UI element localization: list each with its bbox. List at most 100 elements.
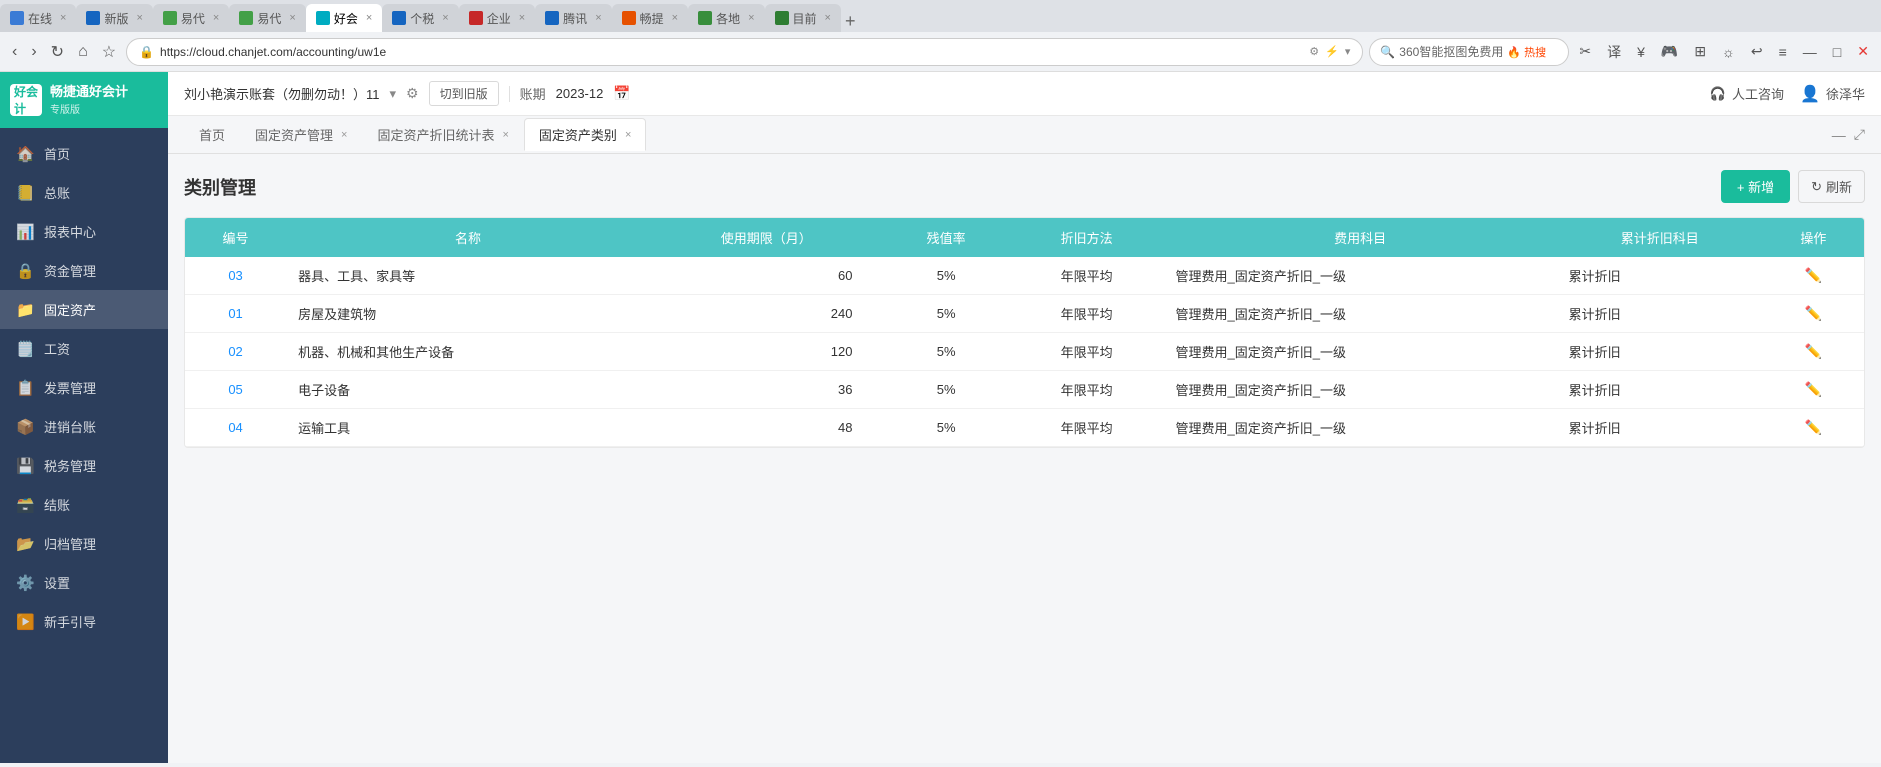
sidebar-item-ledger[interactable]: 📒 总账 [0, 173, 168, 212]
browser-tab-close-5[interactable]: × [366, 12, 372, 24]
header-divider [509, 86, 510, 102]
game-button[interactable]: 🎮 [1657, 39, 1682, 64]
calendar-icon[interactable]: 📅 [613, 85, 630, 102]
cell-period-4: 48 [650, 409, 883, 447]
sidebar-item-purchase[interactable]: 📦 进销台账 [0, 407, 168, 446]
browser-tab-2[interactable]: 新版 × [76, 4, 152, 32]
close-window-button[interactable]: ✕ [1853, 39, 1873, 64]
url-bar[interactable]: 🔒 https://cloud.chanjet.com/accounting/u… [126, 38, 1363, 66]
browser-tab-close-4[interactable]: × [289, 12, 295, 24]
sidebar-item-invoice[interactable]: 📋 发票管理 [0, 368, 168, 407]
sidebar-item-archive[interactable]: 📂 归档管理 [0, 524, 168, 563]
code-link-4[interactable]: 04 [228, 420, 242, 435]
browser-tab-label-9: 畅提 [640, 10, 664, 27]
tab-fixed-mgmt-close[interactable]: × [341, 129, 347, 141]
browser-tab-close-7[interactable]: × [519, 12, 525, 24]
browser-tab-close-3[interactable]: × [213, 12, 219, 24]
account-dropdown-icon[interactable]: ▾ [390, 86, 397, 102]
browser-tab-9[interactable]: 畅提 × [612, 4, 688, 32]
minimize-pane-button[interactable]: — [1832, 126, 1846, 143]
browser-tab-close-10[interactable]: × [748, 12, 754, 24]
sidebar-item-settings[interactable]: ⚙️ 设置 [0, 563, 168, 602]
new-browser-tab-button[interactable]: + [841, 11, 860, 32]
back-button[interactable]: ‹ [8, 39, 21, 65]
search-bar[interactable]: 🔍 360智能抠图免费用 🔥 热搜 [1369, 38, 1569, 66]
edit-button-3[interactable]: ✏️ [1805, 381, 1822, 397]
code-link-0[interactable]: 03 [228, 268, 242, 283]
browser-tab-6[interactable]: 个税 × [382, 4, 458, 32]
grid-button[interactable]: ⊞ [1690, 39, 1710, 64]
browser-tab-close-2[interactable]: × [136, 12, 142, 24]
browser-tab-5[interactable]: 好会 × [306, 4, 382, 32]
code-link-2[interactable]: 02 [228, 344, 242, 359]
cell-code-1: 01 [185, 295, 286, 333]
edit-button-1[interactable]: ✏️ [1805, 305, 1822, 321]
browser-tab-close-11[interactable]: × [825, 12, 831, 24]
browser-tab-7[interactable]: 企业 × [459, 4, 535, 32]
tab-fixed-stat-label: 固定资产折旧统计表 [377, 125, 494, 144]
tab-fixed-stat-close[interactable]: × [502, 129, 508, 141]
cell-code-3: 05 [185, 371, 286, 409]
settings-icon: ⚙️ [16, 574, 34, 592]
sidebar-item-fixed-asset[interactable]: 📁 固定资产 [0, 290, 168, 329]
edit-button-4[interactable]: ✏️ [1805, 419, 1822, 435]
support-button[interactable]: 🎧 人工咨询 [1710, 84, 1784, 103]
sidebar-item-label-salary: 工资 [44, 339, 70, 358]
browser-tab-3[interactable]: 易代 × [153, 4, 229, 32]
url-dropdown-icon: ▾ [1345, 45, 1351, 58]
sidebar-item-settle[interactable]: 🗃️ 结账 [0, 485, 168, 524]
table-header-row: 编号 名称 使用期限（月） 残值率 折旧方法 费用科目 累计折旧科目 操作 [185, 218, 1864, 257]
browser-tab-close-6[interactable]: × [442, 12, 448, 24]
browser-tab-8[interactable]: 腾讯 × [535, 4, 611, 32]
sidebar-item-guide[interactable]: ▶️ 新手引导 [0, 602, 168, 641]
header-settings-icon[interactable]: ⚙ [406, 85, 419, 102]
header-right: 🎧 人工咨询 👤 徐泽华 [1710, 84, 1865, 104]
tab-fixed-cat-close[interactable]: × [625, 129, 631, 141]
browser-tab-1[interactable]: 在线 × [0, 4, 76, 32]
archive-icon: 📂 [16, 535, 34, 553]
window-controls: — ⤢ [1832, 126, 1865, 143]
switch-version-button[interactable]: 切到旧版 [429, 81, 499, 106]
sidebar-item-home[interactable]: 🏠 首页 [0, 134, 168, 173]
browser-tab-close-8[interactable]: × [595, 12, 601, 24]
menu-button[interactable]: ≡ [1775, 40, 1791, 64]
cell-period-0: 60 [650, 257, 883, 295]
undo-button[interactable]: ↩ [1747, 39, 1767, 64]
browser-tab-close-9[interactable]: × [672, 12, 678, 24]
browser-tab-close-1[interactable]: × [60, 12, 66, 24]
home-button[interactable]: ⌂ [74, 39, 92, 65]
cell-rate-0: 5% [882, 257, 1009, 295]
edit-button-0[interactable]: ✏️ [1805, 267, 1822, 283]
minimize-button[interactable]: — [1799, 40, 1821, 64]
refresh-icon: ↻ [1811, 179, 1822, 195]
scissors-button[interactable]: ✂ [1575, 39, 1595, 64]
tab-fixed-mgmt[interactable]: 固定资产管理 × [240, 118, 362, 151]
sidebar-item-report[interactable]: 📊 报表中心 [0, 212, 168, 251]
url-text: https://cloud.chanjet.com/accounting/uw1… [160, 45, 1303, 59]
user-info[interactable]: 👤 徐泽华 [1800, 84, 1865, 104]
maximize-button[interactable]: □ [1829, 40, 1845, 64]
browser-tab-4[interactable]: 易代 × [229, 4, 305, 32]
code-link-3[interactable]: 05 [228, 382, 242, 397]
maximize-pane-button[interactable]: ⤢ [1854, 126, 1865, 143]
wallet-button[interactable]: ¥ [1633, 40, 1649, 64]
sidebar-item-fund[interactable]: 🔒 资金管理 [0, 251, 168, 290]
sidebar-item-salary[interactable]: 🗒️ 工资 [0, 329, 168, 368]
refresh-button[interactable]: ↻ 刷新 [1798, 170, 1865, 203]
sidebar-item-tax[interactable]: 💾 税务管理 [0, 446, 168, 485]
new-button[interactable]: + 新增 [1721, 170, 1790, 203]
tax-icon: 💾 [16, 457, 34, 475]
forward-button[interactable]: › [27, 39, 40, 65]
sun-button[interactable]: ☼ [1718, 40, 1739, 64]
bookmark-button[interactable]: ☆ [98, 38, 120, 66]
tab-fixed-stat[interactable]: 固定资产折旧统计表 × [362, 118, 523, 151]
edit-button-2[interactable]: ✏️ [1805, 343, 1822, 359]
sidebar-item-label-guide: 新手引导 [44, 612, 96, 631]
code-link-1[interactable]: 01 [228, 306, 242, 321]
tab-home[interactable]: 首页 [184, 118, 240, 151]
reload-button[interactable]: ↻ [47, 38, 68, 66]
browser-tab-10[interactable]: 各地 × [688, 4, 764, 32]
translate-button[interactable]: 译 [1603, 38, 1625, 66]
browser-tab-11[interactable]: 目前 × [765, 4, 841, 32]
tab-fixed-cat[interactable]: 固定资产类别 × [524, 118, 646, 151]
